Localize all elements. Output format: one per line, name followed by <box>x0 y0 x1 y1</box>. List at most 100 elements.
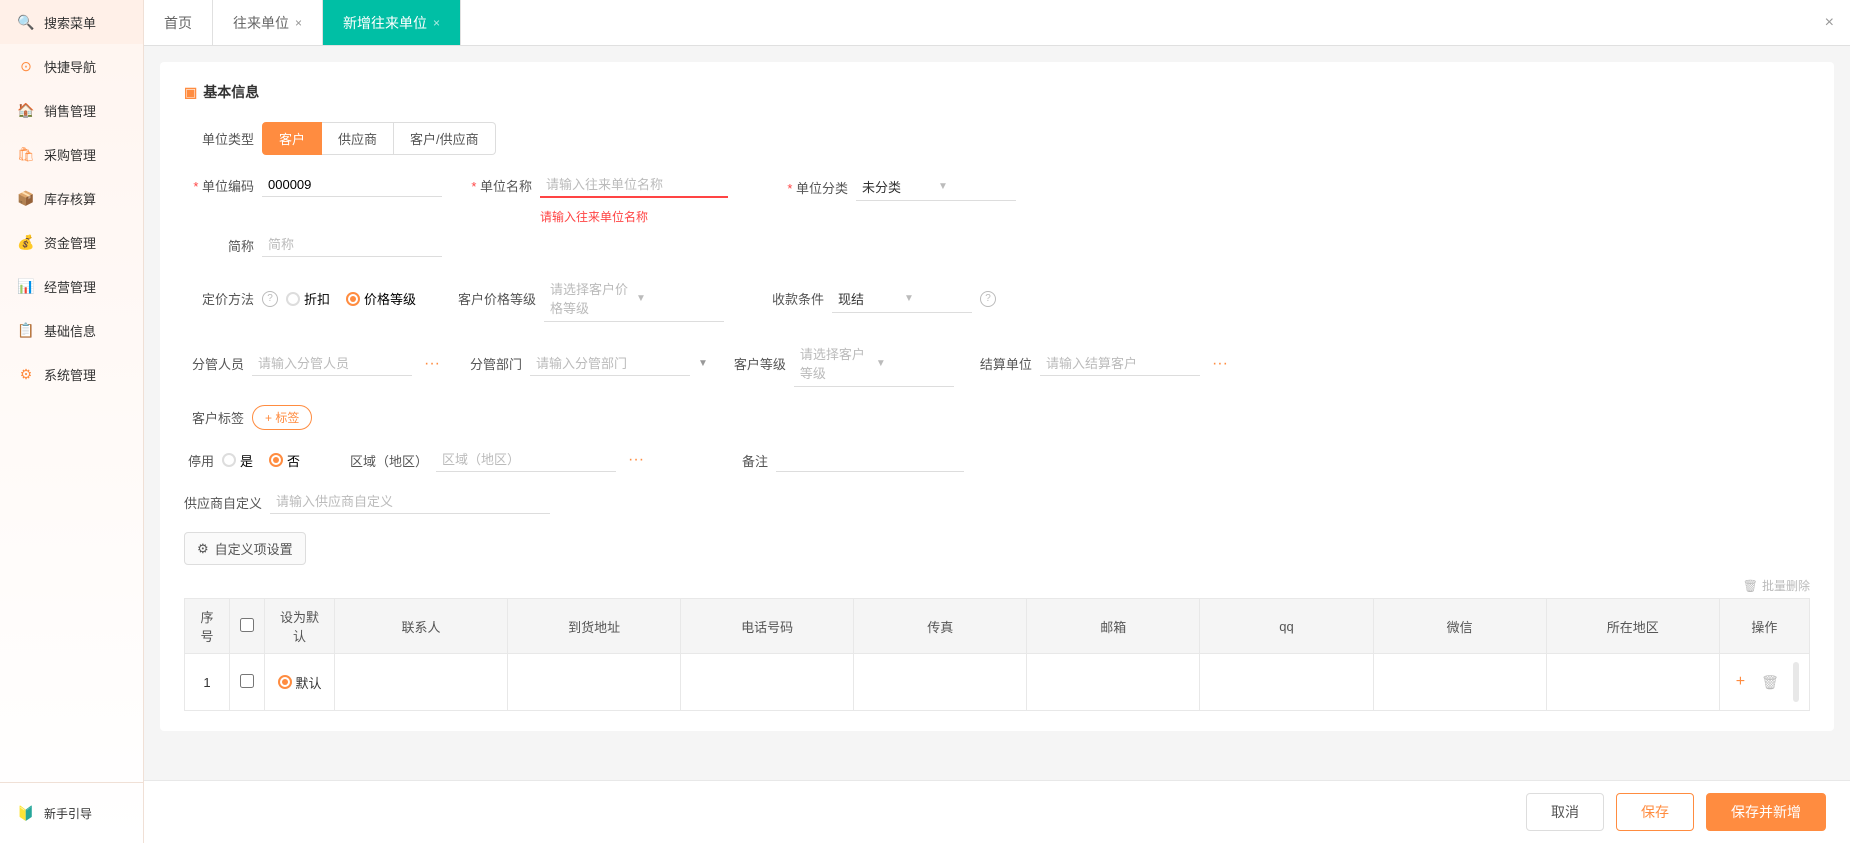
cell-phone[interactable] <box>681 654 854 711</box>
operations-icon: 📊 <box>16 276 36 296</box>
select-all-checkbox[interactable] <box>240 618 254 632</box>
department-input[interactable] <box>530 352 690 376</box>
email-input[interactable] <box>1037 675 1189 690</box>
customer-level-arrow: ▼ <box>876 358 948 369</box>
fax-input[interactable] <box>864 675 1016 690</box>
qq-input[interactable] <box>1210 675 1362 690</box>
customer-level-label: 客户等级 <box>734 354 786 373</box>
remark-label: 备注 <box>698 451 768 470</box>
tab-new-counterparty-close[interactable]: × <box>433 16 440 30</box>
pricing-discount-radio[interactable]: 折扣 <box>286 289 330 308</box>
settlement-input[interactable] <box>1040 352 1200 376</box>
pricing-level-radio[interactable]: 价格等级 <box>346 289 416 308</box>
unit-type-both-btn[interactable]: 客户/供应商 <box>394 122 496 155</box>
disabled-yes-radio[interactable]: 是 <box>222 451 253 470</box>
supplier-custom-input[interactable] <box>270 490 550 514</box>
address-input[interactable] <box>518 675 670 690</box>
cell-wechat[interactable] <box>1373 654 1546 711</box>
region-input[interactable] <box>436 448 616 472</box>
disabled-radio-group: 是 否 <box>222 451 300 470</box>
cell-contact[interactable] <box>335 654 508 711</box>
col-qq: qq <box>1200 599 1373 654</box>
table-header-row: 序号 设为默认 联系人 到货地址 电话号码 传真 邮箱 qq 微信 所在地区 操… <box>185 599 1810 654</box>
customer-level-select[interactable]: 请选择客户等级 ▼ <box>794 340 954 387</box>
row-checkbox[interactable] <box>240 674 254 688</box>
row-region-input[interactable] <box>1557 675 1709 690</box>
sidebar-label-sales: 销售管理 <box>44 101 96 120</box>
department-label: 分管部门 <box>470 354 522 373</box>
tab-counterparty-close[interactable]: × <box>295 16 302 30</box>
settlement-ellipsis[interactable]: ··· <box>1208 355 1232 373</box>
customer-price-field: 客户价格等级 请选择客户价格等级 ▼ <box>456 275 724 322</box>
disabled-no-radio[interactable]: 否 <box>269 451 300 470</box>
disabled-row: 停用 是 否 区域（地区） <box>184 448 1810 472</box>
sidebar-label-purchase: 采购管理 <box>44 145 96 164</box>
form-card: ▣ 基本信息 单位类型 客户 供应商 客户/供应商 单位编码 <box>160 62 1834 731</box>
customer-price-placeholder: 请选择客户价格等级 <box>550 279 632 317</box>
tab-counterparty[interactable]: 往来单位 × <box>213 0 323 45</box>
window-close-btn[interactable]: × <box>1809 14 1850 32</box>
payment-select[interactable]: 现结 ▼ <box>832 285 972 313</box>
cell-qq[interactable] <box>1200 654 1373 711</box>
unit-type-customer-btn[interactable]: 客户 <box>262 122 322 155</box>
tab-new-counterparty[interactable]: 新增往来单位 × <box>323 0 461 45</box>
col-checkbox <box>230 599 265 654</box>
sidebar-item-operations[interactable]: 📊 经营管理 <box>0 264 143 308</box>
contact-input[interactable] <box>345 675 497 690</box>
col-phone: 电话号码 <box>681 599 854 654</box>
sidebar-item-guide[interactable]: 🔰 新手引导 <box>0 791 143 835</box>
save-button[interactable]: 保存 <box>1616 793 1694 831</box>
cell-email[interactable] <box>1027 654 1200 711</box>
manager-label: 分管人员 <box>184 354 244 373</box>
disabled-no-label: 否 <box>287 451 300 470</box>
region-field: 区域（地区） ··· <box>350 448 648 472</box>
guide-icon: 🔰 <box>16 803 36 823</box>
cell-address[interactable] <box>508 654 681 711</box>
basic-icon: 📋 <box>16 320 36 340</box>
search-icon: 🔍 <box>16 12 36 32</box>
cell-fax[interactable] <box>854 654 1027 711</box>
sidebar-item-basic[interactable]: 📋 基础信息 <box>0 308 143 352</box>
row-default-radio[interactable]: 默认 <box>275 673 324 692</box>
save-new-button[interactable]: 保存并新增 <box>1706 793 1826 831</box>
custom-settings-row: ⚙ 自定义项设置 <box>184 532 1810 565</box>
batch-delete-label[interactable]: 批量删除 <box>1762 577 1810 594</box>
tab-home[interactable]: 首页 <box>144 0 213 45</box>
sidebar-item-purchase[interactable]: 🛍 采购管理 <box>0 132 143 176</box>
content-area: ▣ 基本信息 单位类型 客户 供应商 客户/供应商 单位编码 <box>144 46 1850 780</box>
pricing-field: 定价方法 ? 折扣 价格等级 <box>184 289 416 308</box>
unit-category-select[interactable]: 未分类 ▼ <box>856 173 1016 201</box>
sidebar-item-inventory[interactable]: 📦 库存核算 <box>0 176 143 220</box>
unit-type-supplier-btn[interactable]: 供应商 <box>322 122 394 155</box>
customer-price-select[interactable]: 请选择客户价格等级 ▼ <box>544 275 724 322</box>
disabled-yes-circle <box>222 453 236 467</box>
sidebar-item-quicknav[interactable]: ⊙ 快捷导航 <box>0 44 143 88</box>
manager-ellipsis[interactable]: ··· <box>420 355 444 373</box>
region-ellipsis[interactable]: ··· <box>624 451 648 469</box>
sidebar-item-sales[interactable]: 🏠 销售管理 <box>0 88 143 132</box>
settlement-field: 结算单位 ··· <box>980 352 1232 376</box>
unit-name-input[interactable] <box>540 173 728 198</box>
del-row-btn[interactable]: 🗑 <box>1755 672 1785 693</box>
add-tag-btn[interactable]: + 标签 <box>252 405 312 430</box>
add-row-btn[interactable]: + <box>1730 671 1751 693</box>
phone-input[interactable] <box>691 675 843 690</box>
manager-input[interactable] <box>252 352 412 376</box>
pricing-help-icon[interactable]: ? <box>262 291 278 307</box>
tab-bar: 首页 往来单位 × 新增往来单位 × × <box>144 0 1850 46</box>
wechat-input[interactable] <box>1384 675 1536 690</box>
custom-settings-btn[interactable]: ⚙ 自定义项设置 <box>184 532 306 565</box>
alias-input[interactable] <box>262 233 442 257</box>
sidebar-item-search[interactable]: 🔍 搜索菜单 <box>0 0 143 44</box>
cell-region[interactable] <box>1546 654 1719 711</box>
sidebar-item-system[interactable]: ⚙ 系统管理 <box>0 352 143 396</box>
unit-category-field: 单位分类 未分类 ▼ <box>778 173 1016 201</box>
remark-input[interactable] <box>776 448 964 472</box>
unit-code-input[interactable] <box>262 173 442 197</box>
sidebar-item-finance[interactable]: 💰 资金管理 <box>0 220 143 264</box>
payment-help-icon[interactable]: ? <box>980 291 996 307</box>
cancel-button[interactable]: 取消 <box>1526 793 1604 831</box>
alias-label: 简称 <box>184 236 254 255</box>
col-wechat: 微信 <box>1373 599 1546 654</box>
sidebar: 🔍 搜索菜单 ⊙ 快捷导航 🏠 销售管理 🛍 采购管理 📦 库存核算 💰 资金管… <box>0 0 144 843</box>
